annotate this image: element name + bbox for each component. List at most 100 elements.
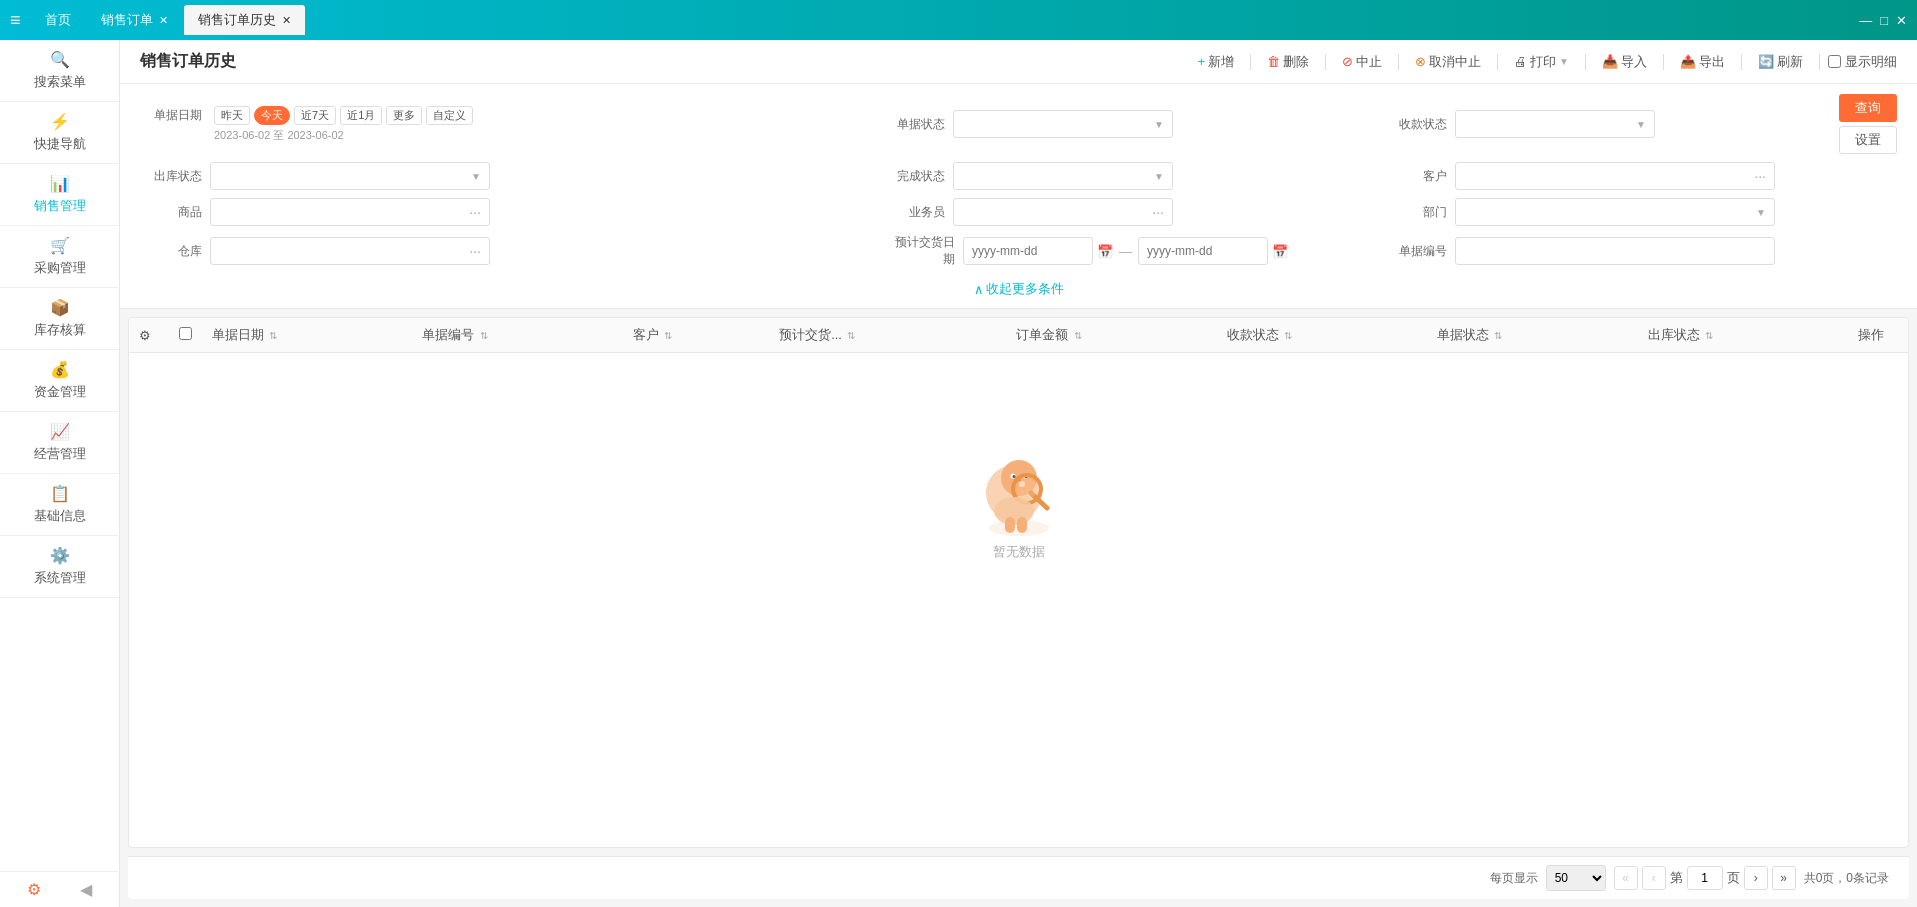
sidebar-item-purchase[interactable]: 🛒 采购管理 <box>0 226 119 288</box>
operations-icon: 📈 <box>50 422 70 441</box>
cancel-stop-button[interactable]: ⊗ 取消中止 <box>1407 49 1489 75</box>
sales-icon: 📊 <box>50 174 70 193</box>
th-warehouse-status[interactable]: 出库状态 ⇅ <box>1638 318 1849 353</box>
table-area: ⚙ 单据日期 ⇅ 单据编号 ⇅ <box>128 317 1909 848</box>
minimize-btn[interactable]: — <box>1859 13 1872 28</box>
table-header-row: ⚙ 单据日期 ⇅ 单据编号 ⇅ <box>129 318 1908 353</box>
date-btn-more[interactable]: 更多 <box>386 106 422 125</box>
filter-select-doc-status[interactable]: ▼ <box>953 110 1173 138</box>
th-doc-status[interactable]: 单据状态 ⇅ <box>1427 318 1637 353</box>
th-customer[interactable]: 客户 ⇅ <box>623 318 769 353</box>
maximize-btn[interactable]: □ <box>1880 13 1888 28</box>
filter-select-product[interactable]: ··· <box>210 198 490 226</box>
query-button[interactable]: 查询 <box>1839 94 1897 122</box>
date-btn-yesterday[interactable]: 昨天 <box>214 106 250 125</box>
svg-point-14 <box>1019 481 1025 487</box>
date-btn-7days[interactable]: 近7天 <box>294 106 336 125</box>
collapse-row: ∧ 收起更多条件 <box>140 276 1897 298</box>
sidebar-basic-info-label: 基础信息 <box>34 507 86 525</box>
empty-state-row: 暂无数据 <box>129 353 1908 642</box>
page-unit-label: 页 <box>1727 869 1740 887</box>
tab-bar: 首页 销售订单 ✕ 销售订单历史 ✕ <box>31 5 1860 35</box>
divider-4 <box>1497 54 1498 70</box>
date-btn-1month[interactable]: 近1月 <box>340 106 382 125</box>
filter-row-1: 单据日期 昨天 今天 近7天 近1月 更多 自定义 2023-06-02 至 2… <box>140 94 1897 154</box>
tab-sales-history-close[interactable]: ✕ <box>282 14 291 27</box>
filter-select-complete-status[interactable]: ▼ <box>953 162 1173 190</box>
sidebar-item-operations[interactable]: 📈 经营管理 <box>0 412 119 474</box>
tab-sales-order-close[interactable]: ✕ <box>159 14 168 27</box>
filter-select-payment-status[interactable]: ▼ <box>1455 110 1655 138</box>
sidebar-item-finance[interactable]: 💰 资金管理 <box>0 350 119 412</box>
calendar-icon-2[interactable]: 📅 <box>1272 244 1288 259</box>
date-quick-btns: 昨天 今天 近7天 近1月 更多 自定义 <box>214 106 473 125</box>
page-size-select[interactable]: 20 50 100 <box>1546 865 1606 891</box>
filter-input-doc-number[interactable] <box>1455 237 1775 265</box>
pager-prev-btn[interactable]: ‹ <box>1642 866 1666 890</box>
pager-next-btn[interactable]: › <box>1744 866 1768 890</box>
sidebar-item-inventory[interactable]: 📦 库存核算 <box>0 288 119 350</box>
pager-first-btn[interactable]: « <box>1614 866 1638 890</box>
pager-last-btn[interactable]: » <box>1772 866 1796 890</box>
th-settings[interactable]: ⚙ <box>129 318 169 353</box>
query-area: 查询 设置 <box>1839 94 1897 154</box>
customer-dots-icon[interactable]: ··· <box>1754 168 1766 184</box>
sidebar-item-search[interactable]: 🔍 搜索菜单 <box>0 40 119 102</box>
setting-button[interactable]: 设置 <box>1839 126 1897 154</box>
date-btn-custom[interactable]: 自定义 <box>426 106 473 125</box>
add-icon: + <box>1198 54 1206 69</box>
print-button[interactable]: 🖨 打印 ▼ <box>1506 49 1577 75</box>
table-footer: 每页显示 20 50 100 « ‹ 第 页 › » 共0页，0条记录 <box>128 856 1909 899</box>
tab-home[interactable]: 首页 <box>31 5 85 35</box>
gear-icon: ⚙ <box>139 328 151 343</box>
product-dots-icon[interactable]: ··· <box>469 204 481 220</box>
th-doc-date[interactable]: 单据日期 ⇅ <box>202 318 412 353</box>
filter-select-warehouse[interactable]: ··· <box>210 237 490 265</box>
th-payment-status[interactable]: 收款状态 ⇅ <box>1217 318 1427 353</box>
stop-button[interactable]: ⊘ 中止 <box>1334 49 1390 75</box>
filter-select-customer[interactable]: ··· <box>1455 162 1775 190</box>
sort-icon-1: ⇅ <box>269 330 277 341</box>
sidebar-item-basic-info[interactable]: 📋 基础信息 <box>0 474 119 536</box>
sidebar-item-system[interactable]: ⚙️ 系统管理 <box>0 536 119 598</box>
cancel-stop-icon: ⊗ <box>1415 54 1426 69</box>
sidebar-item-quicknav[interactable]: ⚡ 快捷导航 <box>0 102 119 164</box>
filter-area: 单据日期 昨天 今天 近7天 近1月 更多 自定义 2023-06-02 至 2… <box>120 84 1917 309</box>
filter-select-department[interactable]: ▼ <box>1455 198 1775 226</box>
search-menu-icon: 🔍 <box>50 50 70 69</box>
warehouse-dots-icon[interactable]: ··· <box>469 243 481 259</box>
th-check[interactable] <box>169 318 202 353</box>
tab-sales-history[interactable]: 销售订单历史 ✕ <box>184 5 305 35</box>
filter-select-warehouse-status[interactable]: ▼ <box>210 162 490 190</box>
th-delivery-date[interactable]: 预计交货... ⇅ <box>769 318 1006 353</box>
select-all-checkbox[interactable] <box>179 327 192 340</box>
sidebar-finance-label: 资金管理 <box>34 383 86 401</box>
pager-page-input[interactable] <box>1687 866 1723 890</box>
delete-button[interactable]: 🗑 删除 <box>1259 49 1317 75</box>
delivery-date-to[interactable] <box>1138 237 1268 265</box>
collapse-button[interactable]: ∧ 收起更多条件 <box>974 280 1064 298</box>
show-detail-checkbox[interactable] <box>1828 55 1841 68</box>
export-button[interactable]: 📤 导出 <box>1672 49 1733 75</box>
divider-8 <box>1819 54 1820 70</box>
th-order-amount[interactable]: 订单金额 ⇅ <box>1006 318 1216 353</box>
date-btn-today[interactable]: 今天 <box>254 106 290 125</box>
import-button[interactable]: 📥 导入 <box>1594 49 1655 75</box>
th-doc-number[interactable]: 单据编号 ⇅ <box>412 318 622 353</box>
sort-icon-7: ⇅ <box>1494 330 1502 341</box>
sidebar-item-sales[interactable]: 📊 销售管理 <box>0 164 119 226</box>
filter-label-customer: 客户 <box>1395 168 1455 185</box>
filter-select-salesman[interactable]: ··· <box>953 198 1173 226</box>
sidebar-collapse-icon[interactable]: ◀ <box>80 880 92 899</box>
refresh-button[interactable]: 🔄 刷新 <box>1750 49 1811 75</box>
sidebar-settings-icon[interactable]: ⚙ <box>27 880 41 899</box>
calendar-icon-1[interactable]: 📅 <box>1097 244 1113 259</box>
tab-sales-order[interactable]: 销售订单 ✕ <box>87 5 182 35</box>
delivery-date-from[interactable] <box>963 237 1093 265</box>
close-btn[interactable]: ✕ <box>1896 13 1907 28</box>
chevron-down-icon-2: ▼ <box>1636 119 1646 130</box>
quicknav-icon: ⚡ <box>50 112 70 131</box>
salesman-dots-icon[interactable]: ··· <box>1152 204 1164 220</box>
sidebar-system-label: 系统管理 <box>34 569 86 587</box>
add-button[interactable]: + 新增 <box>1190 49 1243 75</box>
